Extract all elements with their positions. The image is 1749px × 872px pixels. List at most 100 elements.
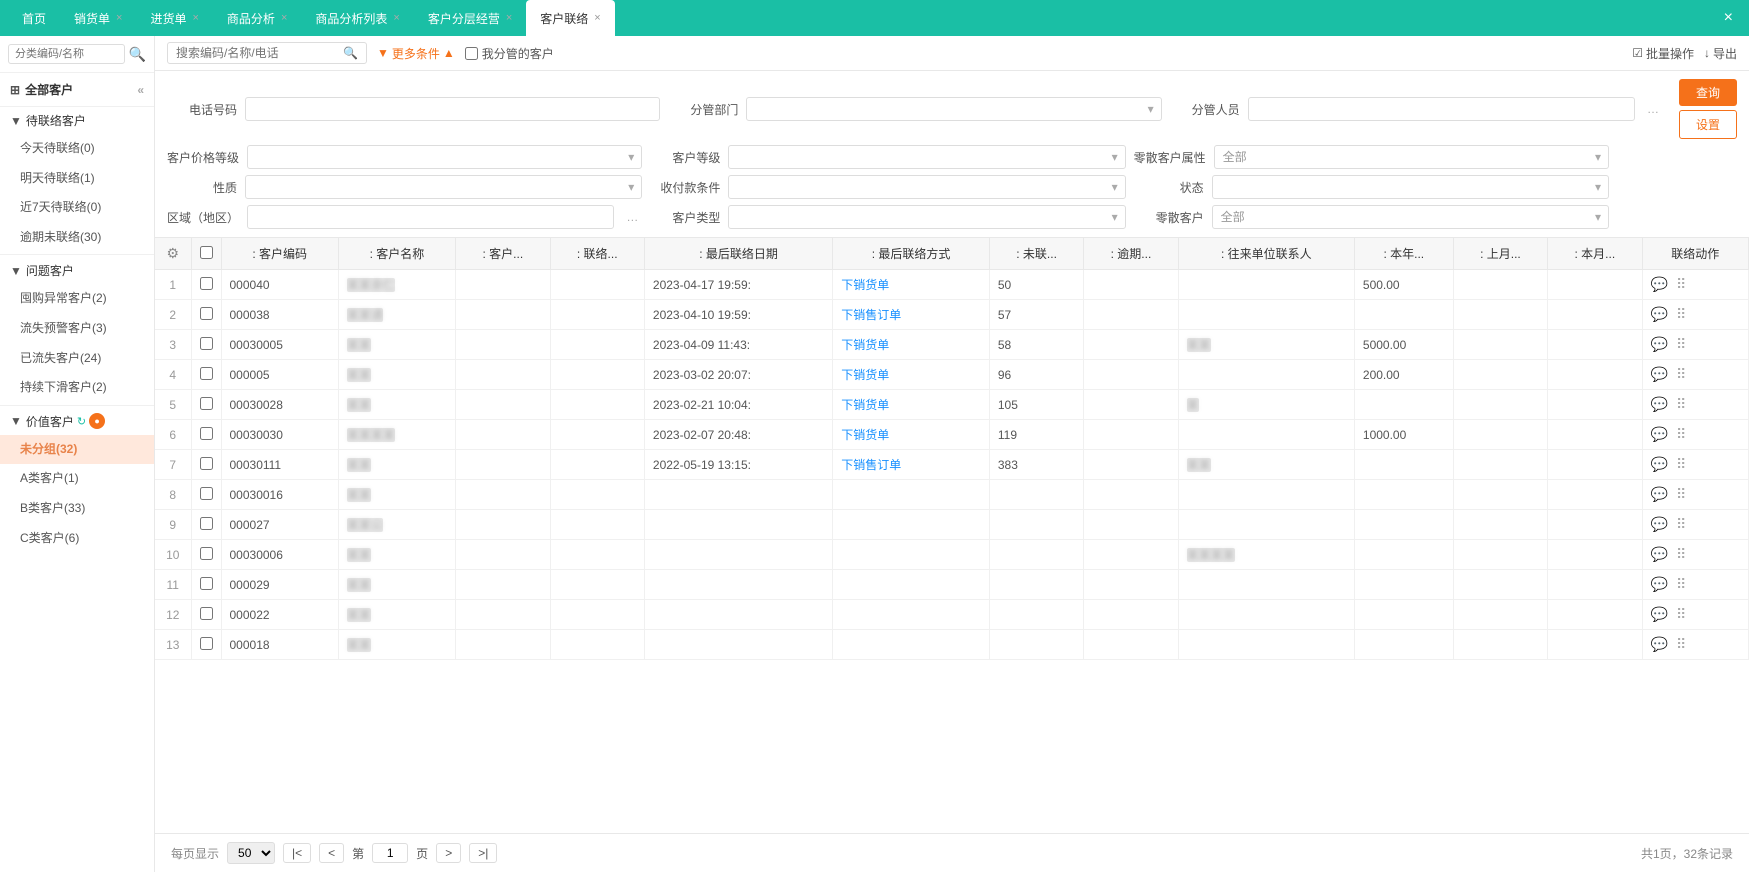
page-input[interactable] <box>372 843 408 863</box>
sidebar-item-week[interactable]: 近7天待联络(0) <box>0 193 154 223</box>
row-checkbox[interactable] <box>200 577 213 590</box>
row-checkbox[interactable] <box>200 637 213 650</box>
message-icon[interactable]: 💬 <box>1651 516 1668 533</box>
more-action-icon[interactable]: ⠿ <box>1676 456 1686 473</box>
last-method-link[interactable]: 下销货单 <box>841 338 889 352</box>
last-method-link[interactable]: 下销货单 <box>841 428 889 442</box>
close-sales-tab[interactable]: × <box>116 12 122 24</box>
more-action-icon[interactable]: ⠿ <box>1676 636 1686 653</box>
sidebar-item-today[interactable]: 今天待联络(0) <box>0 134 154 164</box>
prev-page-btn[interactable]: < <box>319 843 344 863</box>
last-page-btn[interactable]: >| <box>469 843 497 863</box>
more-action-icon[interactable]: ⠿ <box>1676 396 1686 413</box>
sidebar-collapse-btn[interactable]: « <box>137 83 144 97</box>
sidebar-item-stockpile-abnormal[interactable]: 囤购异常客户(2) <box>0 284 154 314</box>
sidebar-item-churn-warning[interactable]: 流失预警客户(3) <box>0 314 154 344</box>
more-action-icon[interactable]: ⠿ <box>1676 276 1686 293</box>
search-input[interactable] <box>176 46 343 60</box>
more-action-icon[interactable]: ⠿ <box>1676 606 1686 623</box>
last-method-link[interactable]: 下销货单 <box>841 398 889 412</box>
row-checkbox[interactable] <box>200 427 213 440</box>
message-icon[interactable]: 💬 <box>1651 546 1668 563</box>
last-method-link[interactable]: 下销售订单 <box>841 308 901 322</box>
close-all-tabs[interactable]: × <box>1716 9 1741 27</box>
more-action-icon[interactable]: ⠿ <box>1676 516 1686 533</box>
more-filters-btn[interactable]: ▼ 更多条件 ▲ <box>377 45 455 62</box>
sidebar-item-tomorrow[interactable]: 明天待联络(1) <box>0 164 154 194</box>
row-checkbox[interactable] <box>200 487 213 500</box>
row-checkbox[interactable] <box>200 277 213 290</box>
sidebar-item-class-b[interactable]: B类客户(33) <box>0 494 154 524</box>
search-icon[interactable]: 🔍 <box>343 46 358 60</box>
export-btn[interactable]: ↓ 导出 <box>1704 45 1737 62</box>
more-action-icon[interactable]: ⠿ <box>1676 546 1686 563</box>
region-more-btn[interactable]: … <box>622 210 642 224</box>
sidebar-item-declining[interactable]: 持续下滑客户(2) <box>0 373 154 403</box>
row-checkbox[interactable] <box>200 547 213 560</box>
batch-op-btn[interactable]: ☑ 批量操作 <box>1632 45 1694 62</box>
close-purchase-tab[interactable]: × <box>192 12 198 24</box>
nav-tab-analysis-list[interactable]: 商品分析列表 × <box>301 0 413 36</box>
message-icon[interactable]: 💬 <box>1651 606 1668 623</box>
dept-select[interactable] <box>746 97 1161 121</box>
row-checkbox[interactable] <box>200 337 213 350</box>
message-icon[interactable]: 💬 <box>1651 636 1668 653</box>
pricegrd-select[interactable] <box>247 145 642 169</box>
sidebar-section-pending[interactable]: ▼ 待联络客户 <box>0 107 154 134</box>
sidebar-section-problem[interactable]: ▼ 问题客户 <box>0 257 154 284</box>
row-checkbox[interactable] <box>200 307 213 320</box>
nav-tab-analysis[interactable]: 商品分析 × <box>213 0 301 36</box>
nav-tab-home[interactable]: 首页 <box>8 0 60 36</box>
nav-tab-purchase[interactable]: 进货单 × <box>136 0 212 36</box>
sidebar-section-value[interactable]: ▼ 价值客户 ↻ ● <box>0 408 154 435</box>
sidebar-item-ungroup[interactable]: 未分组(32) <box>0 435 154 465</box>
message-icon[interactable]: 💬 <box>1651 456 1668 473</box>
row-checkbox[interactable] <box>200 457 213 470</box>
message-icon[interactable]: 💬 <box>1651 276 1668 293</box>
close-analysis-list-tab[interactable]: × <box>393 12 399 24</box>
close-segmentation-tab[interactable]: × <box>506 12 512 24</box>
message-icon[interactable]: 💬 <box>1651 306 1668 323</box>
more-action-icon[interactable]: ⠿ <box>1676 306 1686 323</box>
gear-button[interactable]: ⚙ <box>166 245 179 261</box>
my-customers-check[interactable] <box>465 47 478 60</box>
next-page-btn[interactable]: > <box>436 843 461 863</box>
sidebar-item-class-a[interactable]: A类客户(1) <box>0 464 154 494</box>
message-icon[interactable]: 💬 <box>1651 426 1668 443</box>
grade-select[interactable] <box>728 145 1125 169</box>
last-method-link[interactable]: 下销货单 <box>841 278 889 292</box>
sidebar-item-class-c[interactable]: C类客户(6) <box>0 524 154 554</box>
phone-input[interactable] <box>245 97 660 121</box>
retail-attr-select[interactable]: 全部 <box>1214 145 1609 169</box>
first-page-btn[interactable]: |< <box>283 843 311 863</box>
message-icon[interactable]: 💬 <box>1651 396 1668 413</box>
person-more-btn[interactable]: … <box>1643 102 1663 116</box>
query-btn[interactable]: 查询 <box>1679 79 1737 106</box>
message-icon[interactable]: 💬 <box>1651 336 1668 353</box>
reset-btn[interactable]: 设置 <box>1679 110 1737 139</box>
nav-tab-segmentation[interactable]: 客户分层经营 × <box>414 0 526 36</box>
refresh-icon[interactable]: ↻ <box>77 415 86 428</box>
more-action-icon[interactable]: ⠿ <box>1676 426 1686 443</box>
row-checkbox[interactable] <box>200 607 213 620</box>
close-contact-tab[interactable]: × <box>594 12 600 24</box>
message-icon[interactable]: 💬 <box>1651 366 1668 383</box>
message-icon[interactable]: 💬 <box>1651 486 1668 503</box>
nature-select[interactable] <box>245 175 642 199</box>
sidebar-item-churned[interactable]: 已流失客户(24) <box>0 344 154 374</box>
select-all-checkbox[interactable] <box>200 246 213 259</box>
region-input[interactable] <box>247 205 614 229</box>
more-action-icon[interactable]: ⠿ <box>1676 336 1686 353</box>
last-method-link[interactable]: 下销货单 <box>841 368 889 382</box>
status-select[interactable] <box>1212 175 1609 199</box>
payment-select[interactable] <box>728 175 1125 199</box>
row-checkbox[interactable] <box>200 517 213 530</box>
sidebar-search-input[interactable] <box>8 44 125 64</box>
nav-tab-sales[interactable]: 销货单 × <box>60 0 136 36</box>
last-method-link[interactable]: 下销售订单 <box>841 458 901 472</box>
row-checkbox[interactable] <box>200 367 213 380</box>
sidebar-item-overdue[interactable]: 逾期未联络(30) <box>0 223 154 253</box>
more-action-icon[interactable]: ⠿ <box>1676 486 1686 503</box>
retail-select[interactable]: 全部 <box>1212 205 1609 229</box>
row-checkbox[interactable] <box>200 397 213 410</box>
